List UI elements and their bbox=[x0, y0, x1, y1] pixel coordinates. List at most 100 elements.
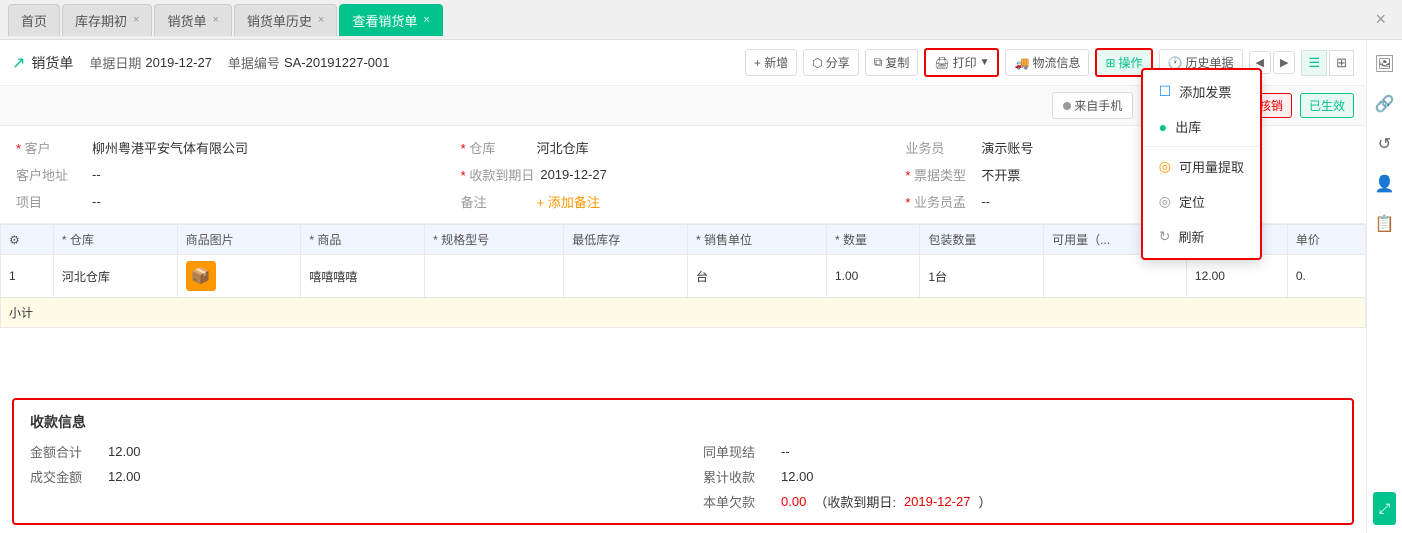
sidebar-image-icon[interactable]: 🖼 bbox=[1368, 48, 1400, 80]
due-note: （收款到期日: bbox=[814, 492, 896, 511]
window-close[interactable]: × bbox=[1367, 5, 1394, 34]
new-button[interactable]: + 新增 bbox=[745, 49, 797, 76]
subtotal-label: 小计 bbox=[1, 298, 1366, 328]
operation-icon: ⊞ bbox=[1105, 56, 1115, 70]
customer-label: 客户 bbox=[16, 138, 86, 157]
product-thumbnail: 📦 bbox=[186, 261, 216, 291]
ticket-value: 不开票 bbox=[981, 165, 1020, 184]
logistics-button[interactable]: 🚚 物流信息 bbox=[1005, 49, 1089, 76]
locate-item[interactable]: ◎ 定位 bbox=[1143, 184, 1260, 219]
sidebar-refresh-icon[interactable]: ↺ bbox=[1372, 128, 1397, 160]
tab-close-view[interactable]: × bbox=[423, 14, 429, 26]
row-min-stock bbox=[564, 255, 688, 298]
table-row: 1 河北仓库 📦 嘻嘻嘻嘻 台 1.00 1台 12.00 0. bbox=[1, 255, 1366, 298]
due-row: 本单欠款 0.00 （收款到期日: 2019-12-27 ） bbox=[703, 492, 1336, 511]
transaction-label: 成交金额 bbox=[30, 467, 100, 486]
customer-value: 柳州粤港平安气体有限公司 bbox=[92, 138, 248, 157]
operation-dropdown: ☐ 添加发票 ● 出库 ◎ 可用量提取 ◎ 定位 ↻ 刷新 bbox=[1141, 68, 1262, 260]
col-min-stock: 最低库存 bbox=[564, 225, 688, 255]
tab-view-sales[interactable]: 查看销货单 × bbox=[339, 4, 442, 36]
refresh-item[interactable]: ↻ 刷新 bbox=[1143, 219, 1260, 254]
col-qty: * 数量 bbox=[826, 225, 919, 255]
share-button[interactable]: ⬡ 分享 bbox=[803, 49, 859, 76]
grid-view-button[interactable]: ⊞ bbox=[1329, 50, 1354, 76]
tab-inventory-init[interactable]: 库存期初 × bbox=[62, 4, 152, 36]
sidebar-expand-icon[interactable]: ⤢ bbox=[1373, 492, 1396, 525]
row-unit: 台 bbox=[687, 255, 826, 298]
doc-meta: 单据日期 2019-12-27 单据编号 SA-20191227-001 bbox=[89, 53, 389, 72]
payment-info-panel: 收款信息 金额合计 12.00 同单现结 -- 成交金额 12.00 累计收款 … bbox=[12, 398, 1354, 525]
available-qty-item[interactable]: ◎ 可用量提取 bbox=[1143, 149, 1260, 184]
sidebar-user-icon[interactable]: 👤 bbox=[1369, 168, 1401, 200]
list-view-button[interactable]: ☰ bbox=[1301, 50, 1327, 76]
same-order-label: 同单现结 bbox=[703, 442, 773, 461]
sidebar-link-icon[interactable]: 🔗 bbox=[1369, 88, 1401, 120]
customer-row: 客户 柳州粤港平安气体有限公司 bbox=[16, 138, 461, 157]
payment-date-row: 收款到期日 2019-12-27 bbox=[461, 165, 906, 184]
row-unit-price: 0. bbox=[1287, 255, 1365, 298]
staff-value: 演示账号 bbox=[981, 138, 1033, 157]
due-label: 本单欠款 bbox=[703, 492, 773, 511]
ticket-row: 票据类型 不开票 bbox=[905, 165, 1350, 184]
copy-button[interactable]: ⧉ 复制 bbox=[865, 49, 919, 76]
col-unit-price: 单价 bbox=[1287, 225, 1365, 255]
col-warehouse: * 仓库 bbox=[53, 225, 177, 255]
warehouse-out-item[interactable]: ● 出库 bbox=[1143, 109, 1260, 144]
total-row: 金额合计 12.00 bbox=[30, 442, 663, 461]
staff2-row: 业务员孟 -- bbox=[905, 192, 1350, 211]
warehouse-row: 仓库 河北仓库 bbox=[461, 138, 906, 157]
row-available bbox=[1044, 255, 1187, 298]
tab-sales-history[interactable]: 销货单历史 × bbox=[234, 4, 337, 36]
tab-close-history[interactable]: × bbox=[318, 14, 324, 26]
col-spec: * 规格型号 bbox=[425, 225, 564, 255]
address-value: -- bbox=[92, 167, 101, 182]
due-date: 2019-12-27 bbox=[904, 494, 971, 509]
add-invoice-item[interactable]: ☐ 添加发票 bbox=[1143, 74, 1260, 109]
col-product: * 商品 bbox=[301, 225, 425, 255]
note-row: 备注 + 添加备注 bbox=[461, 192, 906, 211]
next-button[interactable]: ▶ bbox=[1273, 51, 1295, 74]
staff-label: 业务员 bbox=[905, 138, 975, 157]
tab-home[interactable]: 首页 bbox=[8, 4, 60, 36]
print-button[interactable]: 🖨 打印 ▼ bbox=[924, 48, 999, 77]
invoice-icon: ☐ bbox=[1159, 83, 1172, 100]
sidebar-copy-icon[interactable]: 📋 bbox=[1369, 208, 1401, 240]
tab-sales-order[interactable]: 销货单 × bbox=[154, 4, 231, 36]
phone-dot bbox=[1063, 102, 1071, 110]
subtotal-row: 小计 bbox=[1, 298, 1366, 328]
total-value: 12.00 bbox=[108, 444, 141, 459]
address-row: 客户地址 -- bbox=[16, 165, 461, 184]
available-qty-icon: ◎ bbox=[1159, 158, 1171, 175]
staff2-label: 业务员孟 bbox=[905, 192, 975, 211]
copy-icon: ⧉ bbox=[874, 55, 883, 70]
print-icon: 🖨 bbox=[934, 56, 949, 70]
dropdown-divider bbox=[1143, 146, 1260, 147]
refresh-icon: ↻ bbox=[1159, 228, 1171, 245]
add-note-button[interactable]: + 添加备注 bbox=[537, 192, 600, 211]
project-label: 项目 bbox=[16, 192, 86, 211]
transaction-value: 12.00 bbox=[108, 469, 141, 484]
doc-actions: + 新增 ⬡ 分享 ⧉ 复制 🖨 打印 ▼ 🚚 物流信息 bbox=[745, 48, 1354, 77]
cumulative-label: 累计收款 bbox=[703, 467, 773, 486]
cumulative-row: 累计收款 12.00 bbox=[703, 467, 1336, 486]
from-phone-button[interactable]: 来自手机 bbox=[1052, 92, 1133, 119]
col-settings[interactable]: ⚙ bbox=[1, 225, 54, 255]
tab-close-inventory[interactable]: × bbox=[133, 14, 139, 26]
payment-info-grid: 金额合计 12.00 同单现结 -- 成交金额 12.00 累计收款 12.00 bbox=[30, 442, 1336, 511]
due-close: ） bbox=[978, 492, 991, 511]
col-pack-qty: 包装数量 bbox=[920, 225, 1044, 255]
warehouse-label: 仓库 bbox=[461, 138, 531, 157]
effective-badge: 已生效 bbox=[1300, 93, 1354, 118]
due-value: 0.00 bbox=[781, 494, 806, 509]
ticket-label: 票据类型 bbox=[905, 165, 975, 184]
project-value: -- bbox=[92, 194, 101, 209]
share-icon: ⬡ bbox=[812, 56, 822, 70]
project-row: 项目 -- bbox=[16, 192, 461, 211]
row-pack-qty: 1台 bbox=[920, 255, 1044, 298]
note-label: 备注 bbox=[461, 192, 531, 211]
payment-date-value: 2019-12-27 bbox=[540, 167, 607, 182]
tab-close-sales[interactable]: × bbox=[212, 14, 218, 26]
row-no: 1 bbox=[1, 255, 54, 298]
transaction-row: 成交金额 12.00 bbox=[30, 467, 663, 486]
payment-info-title: 收款信息 bbox=[30, 412, 1336, 432]
